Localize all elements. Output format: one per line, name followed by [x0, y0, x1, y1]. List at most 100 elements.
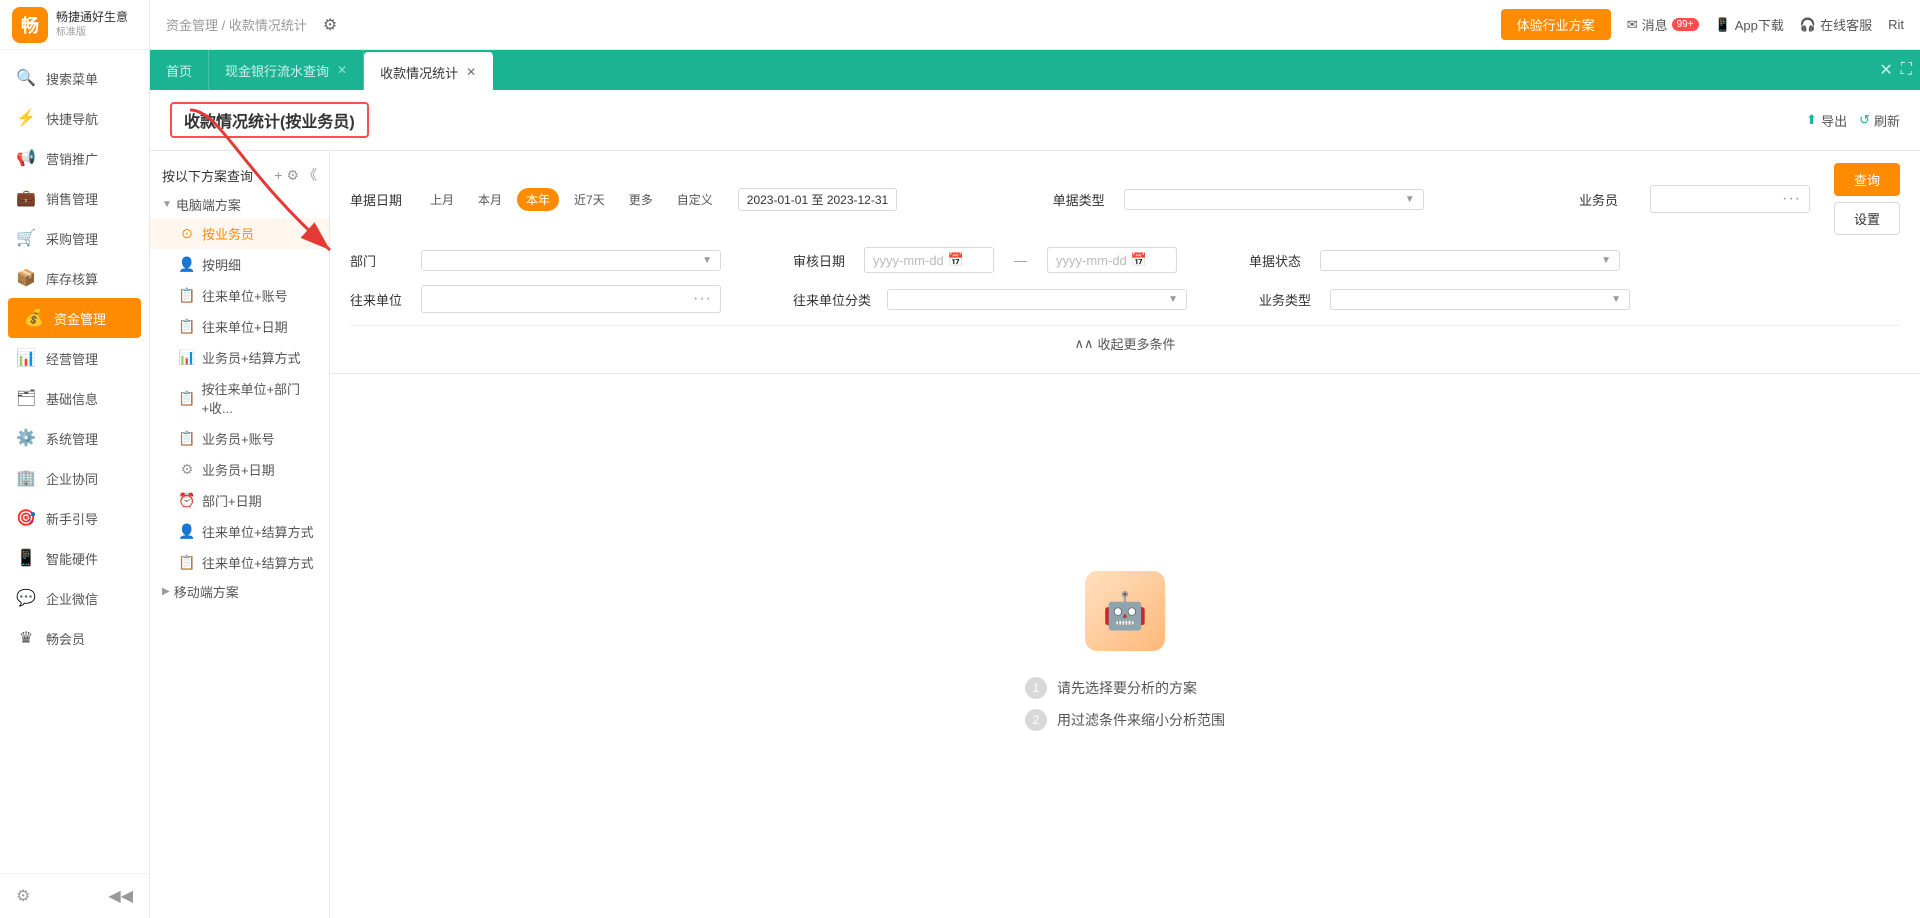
tab-bar-actions: ✕ ⛶: [1879, 60, 1920, 80]
sidebar-item-purchase[interactable]: 🛒采购管理: [0, 218, 149, 258]
scheme-add-icon[interactable]: +: [274, 167, 282, 183]
query-actions: 查询 设置: [1834, 163, 1900, 235]
date-option-5[interactable]: 自定义: [668, 188, 722, 211]
scheme-item-by_salesman_settle[interactable]: 📊业务员+结算方式: [150, 342, 329, 373]
message-button[interactable]: ✉ 消息 99+: [1627, 15, 1699, 34]
scheme-section-title-pc[interactable]: ▼电脑端方案: [150, 191, 329, 218]
scheme-section-mobile: ▶移动端方案: [150, 578, 329, 605]
sidebar-item-inventory[interactable]: 📦库存核算: [0, 258, 149, 298]
scheme-item-by_unit_dept[interactable]: 📋按往来单位+部门+收...: [150, 373, 329, 423]
date-option-1[interactable]: 本月: [469, 188, 511, 211]
export-icon: ⬆: [1806, 112, 1817, 128]
sidebar-logo: 畅 畅捷通好生意 标准版: [0, 0, 149, 50]
app-download-button[interactable]: 📱 App下载: [1715, 15, 1784, 34]
step-num-1: 1: [1025, 677, 1047, 699]
scheme-collapse-icon[interactable]: 《: [303, 165, 317, 185]
breadcrumb-text: 资金管理 / 收款情况统计: [166, 15, 307, 34]
scheme-item-by_unit_date[interactable]: 📋往来单位+日期: [150, 311, 329, 342]
settings-gear-icon[interactable]: ⚙: [323, 15, 337, 35]
tab-receipt-close[interactable]: ✕: [466, 65, 476, 79]
empty-step-2: 2 用过滤条件来缩小分析范围: [1025, 709, 1225, 731]
scheme-item-by_unit_settle1[interactable]: 👤往来单位+结算方式: [150, 516, 329, 547]
tab-home[interactable]: 首页: [150, 50, 209, 90]
user-avatar[interactable]: Rit: [1888, 17, 1904, 32]
sidebar-item-wechat[interactable]: 💬企业微信: [0, 578, 149, 618]
date-option-4[interactable]: 更多: [620, 188, 662, 211]
nav-icon-search: 🔍: [16, 68, 36, 88]
sidebar-item-operation[interactable]: 📊经营管理: [0, 338, 149, 378]
doc-status-select[interactable]: ▼: [1320, 250, 1620, 271]
dept-select[interactable]: ▼: [421, 250, 721, 271]
top-header: 资金管理 / 收款情况统计 ⚙ 体验行业方案 ✉ 消息 99+ 📱 App下载 …: [150, 0, 1920, 50]
counterpart-select[interactable]: ···: [421, 285, 721, 313]
audit-date-start[interactable]: yyyy-mm-dd 📅: [864, 247, 994, 273]
salesman-select[interactable]: ···: [1650, 185, 1810, 213]
dept-arrow: ▼: [702, 255, 712, 266]
tab-bank-close[interactable]: ✕: [337, 63, 347, 77]
doc-type-label: 单据类型: [1053, 190, 1108, 209]
date-dash: —: [1014, 253, 1027, 268]
counterpart-label: 往来单位: [350, 290, 405, 309]
date-label: 单据日期: [350, 190, 405, 209]
sidebar-item-guide[interactable]: 🎯新手引导: [0, 498, 149, 538]
scheme-item-by_salesman[interactable]: ⊙按业务员: [150, 218, 329, 249]
service-icon: 🎧: [1800, 17, 1816, 33]
doc-status-arrow: ▼: [1601, 255, 1611, 266]
scheme-item-icon-by_unit_settle2: 📋: [178, 554, 196, 571]
query-button[interactable]: 查询: [1834, 163, 1900, 196]
export-button[interactable]: ⬆ 导出: [1806, 111, 1847, 130]
trial-button[interactable]: 体验行业方案: [1501, 9, 1611, 40]
sidebar-item-corp[interactable]: 🏢企业协同: [0, 458, 149, 498]
date-option-0[interactable]: 上月: [421, 188, 463, 211]
scheme-item-by_detail[interactable]: 👤按明细: [150, 249, 329, 280]
scheme-item-icon-by_unit_date: 📋: [178, 318, 196, 335]
sidebar-item-capital[interactable]: 💰资金管理: [8, 298, 141, 338]
nav-icon-guide: 🎯: [16, 508, 36, 528]
salesman-label: 业务员: [1579, 190, 1634, 209]
sidebar-item-sales[interactable]: 💼销售管理: [0, 178, 149, 218]
empty-steps: 1 请先选择要分析的方案 2 用过滤条件来缩小分析范围: [1025, 677, 1225, 731]
biz-type-select[interactable]: ▼: [1330, 289, 1630, 310]
tab-expand-icon[interactable]: ⛶: [1901, 61, 1912, 79]
scheme-item-by_salesman_account[interactable]: 📋业务员+账号: [150, 423, 329, 454]
sidebar-item-basic[interactable]: 🗂基础信息: [0, 378, 149, 418]
sidebar-footer: ⚙ ◀◀: [0, 873, 149, 918]
online-service-button[interactable]: 🎧 在线客服: [1800, 15, 1872, 34]
sidebar-item-marketing[interactable]: 📢营销推广: [0, 138, 149, 178]
refresh-button[interactable]: ↺ 刷新: [1859, 111, 1900, 130]
sidebar-item-system[interactable]: ⚙️系统管理: [0, 418, 149, 458]
collapse-button[interactable]: ∧∧ 收起更多条件: [350, 325, 1900, 361]
tab-receipt[interactable]: 收款情况统计 ✕: [364, 52, 493, 92]
audit-date-end[interactable]: yyyy-mm-dd 📅: [1047, 247, 1177, 273]
message-icon: ✉: [1627, 17, 1638, 33]
sidebar-item-search[interactable]: 🔍搜索菜单: [0, 58, 149, 98]
doc-type-select[interactable]: ▼: [1124, 189, 1424, 210]
date-range-display: 2023-01-01 至 2023-12-31: [738, 188, 897, 211]
scheme-item-by_dept_date[interactable]: ⏰部门+日期: [150, 485, 329, 516]
refresh-icon: ↺: [1859, 112, 1870, 128]
sidebar-item-member[interactable]: ♛畅会员: [0, 618, 149, 658]
scheme-item-by_unit_settle2[interactable]: 📋往来单位+结算方式: [150, 547, 329, 578]
date-option-3[interactable]: 近7天: [565, 188, 614, 211]
date-option-2[interactable]: 本年: [517, 188, 559, 211]
scheme-section-title-mobile[interactable]: ▶移动端方案: [150, 578, 329, 605]
tab-close-all-icon[interactable]: ✕: [1879, 60, 1892, 80]
scheme-settings-icon[interactable]: ⚙: [286, 167, 299, 184]
sidebar-settings-icon[interactable]: ⚙: [16, 886, 30, 906]
nav-icon-quick: ⚡: [16, 108, 36, 128]
sidebar-item-hardware[interactable]: 📱智能硬件: [0, 538, 149, 578]
counterpart-dots-icon[interactable]: ···: [693, 290, 712, 308]
sidebar-collapse-icon[interactable]: ◀◀: [108, 886, 133, 906]
scheme-item-icon-by_dept_date: ⏰: [178, 492, 196, 509]
sidebar-item-quick[interactable]: ⚡快捷导航: [0, 98, 149, 138]
counterpart-type-select[interactable]: ▼: [887, 289, 1187, 310]
salesman-dots-icon[interactable]: ···: [1782, 190, 1801, 208]
tab-bank[interactable]: 现金银行流水查询 ✕: [209, 50, 364, 90]
nav-icon-capital: 💰: [24, 308, 44, 328]
scheme-item-by_unit_account[interactable]: 📋往来单位+账号: [150, 280, 329, 311]
counterpart-type-label: 往来单位分类: [793, 290, 871, 309]
header-actions: 体验行业方案 ✉ 消息 99+ 📱 App下载 🎧 在线客服 Rit: [1501, 9, 1904, 40]
scheme-item-by_salesman_date[interactable]: ⚙业务员+日期: [150, 454, 329, 485]
sidebar-nav: 🔍搜索菜单⚡快捷导航📢营销推广💼销售管理🛒采购管理📦库存核算💰资金管理📊经营管理…: [0, 50, 149, 873]
filter-settings-button[interactable]: 设置: [1834, 202, 1900, 235]
